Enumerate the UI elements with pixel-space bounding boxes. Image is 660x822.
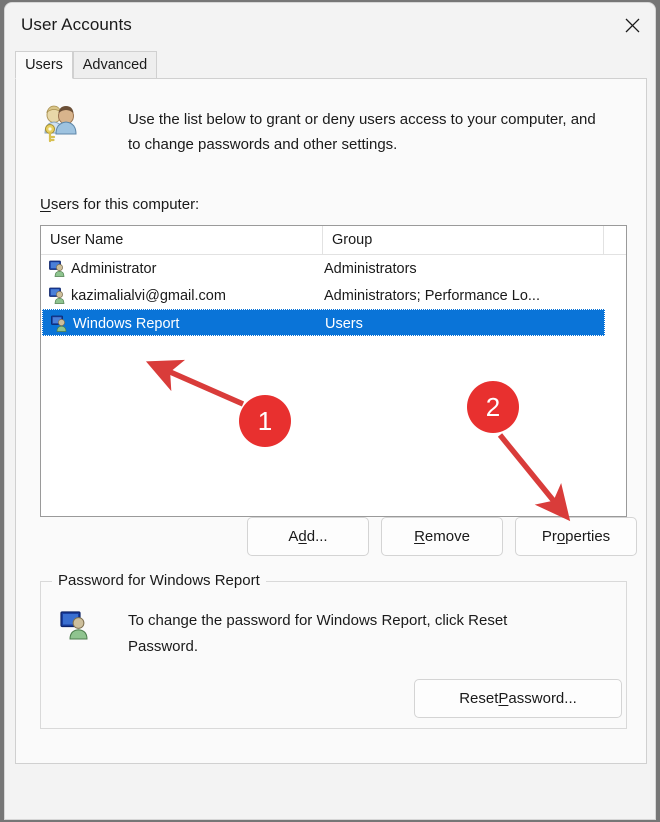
- tab-strip: Users Advanced: [15, 51, 647, 79]
- close-icon[interactable]: [609, 3, 655, 47]
- users-key-icon: [40, 103, 80, 143]
- table-row-selected[interactable]: Windows Report Users: [42, 309, 605, 336]
- properties-button[interactable]: Properties: [515, 517, 637, 556]
- user-account-icon: [49, 260, 66, 277]
- password-group-description: To change the password for Windows Repor…: [128, 608, 578, 660]
- user-monitor-icon: [60, 610, 90, 640]
- cell-user-name: Administrator: [49, 255, 156, 282]
- reset-password-label-post: assword...: [508, 690, 576, 707]
- password-group-legend: Password for Windows Report: [52, 572, 266, 589]
- table-row[interactable]: kazimalialvi@gmail.com Administrators; P…: [41, 282, 626, 309]
- user-account-icon: [51, 315, 68, 332]
- column-header-spacer[interactable]: [603, 226, 627, 254]
- title-bar: User Accounts: [5, 3, 655, 47]
- dialog-button-bar: OK Cancel Apply: [5, 764, 655, 820]
- tab-panel-users: Use the list below to grant or deny user…: [15, 78, 647, 764]
- cell-group: Administrators; Performance Lo...: [324, 282, 540, 309]
- user-accounts-window: User Accounts Users Advanced: [4, 2, 656, 820]
- cell-user-name: Windows Report: [51, 310, 179, 337]
- add-button[interactable]: Add...: [247, 517, 369, 556]
- properties-button-label-post: perties: [565, 528, 610, 545]
- reset-password-label-pre: Reset: [459, 690, 498, 707]
- users-list-label-accel: U: [40, 196, 51, 213]
- reset-password-accel: P: [498, 690, 508, 707]
- list-header-row: User Name Group: [41, 226, 626, 255]
- add-button-label-post: d...: [307, 528, 328, 545]
- window-title: User Accounts: [21, 15, 132, 35]
- add-button-accel: d: [298, 528, 306, 545]
- panel-description: Use the list below to grant or deny user…: [128, 107, 598, 157]
- remove-button[interactable]: Remove: [381, 517, 503, 556]
- reset-password-button[interactable]: Reset Password...: [414, 679, 622, 718]
- users-list-label: Users for this computer:: [40, 196, 199, 213]
- cell-user-name: kazimalialvi@gmail.com: [49, 282, 226, 309]
- user-name-text: kazimalialvi@gmail.com: [71, 288, 226, 304]
- properties-button-accel: o: [557, 528, 565, 545]
- cell-group: Administrators: [324, 255, 417, 282]
- remove-button-accel: R: [414, 528, 425, 545]
- tab-users[interactable]: Users: [15, 51, 73, 79]
- column-header-group[interactable]: Group: [322, 226, 603, 254]
- tab-advanced[interactable]: Advanced: [73, 51, 157, 79]
- cell-group: Users: [325, 310, 363, 337]
- user-account-icon: [49, 287, 66, 304]
- properties-button-label-pre: Pr: [542, 528, 557, 545]
- remove-button-label-post: emove: [425, 528, 470, 545]
- users-list[interactable]: User Name Group Administrator: [40, 225, 627, 517]
- column-header-user-name[interactable]: User Name: [41, 226, 322, 254]
- users-list-label-rest: sers for this computer:: [51, 196, 199, 213]
- user-name-text: Windows Report: [73, 316, 179, 332]
- add-button-label-pre: A: [288, 528, 298, 545]
- table-row[interactable]: Administrator Administrators: [41, 255, 626, 282]
- user-name-text: Administrator: [71, 261, 156, 277]
